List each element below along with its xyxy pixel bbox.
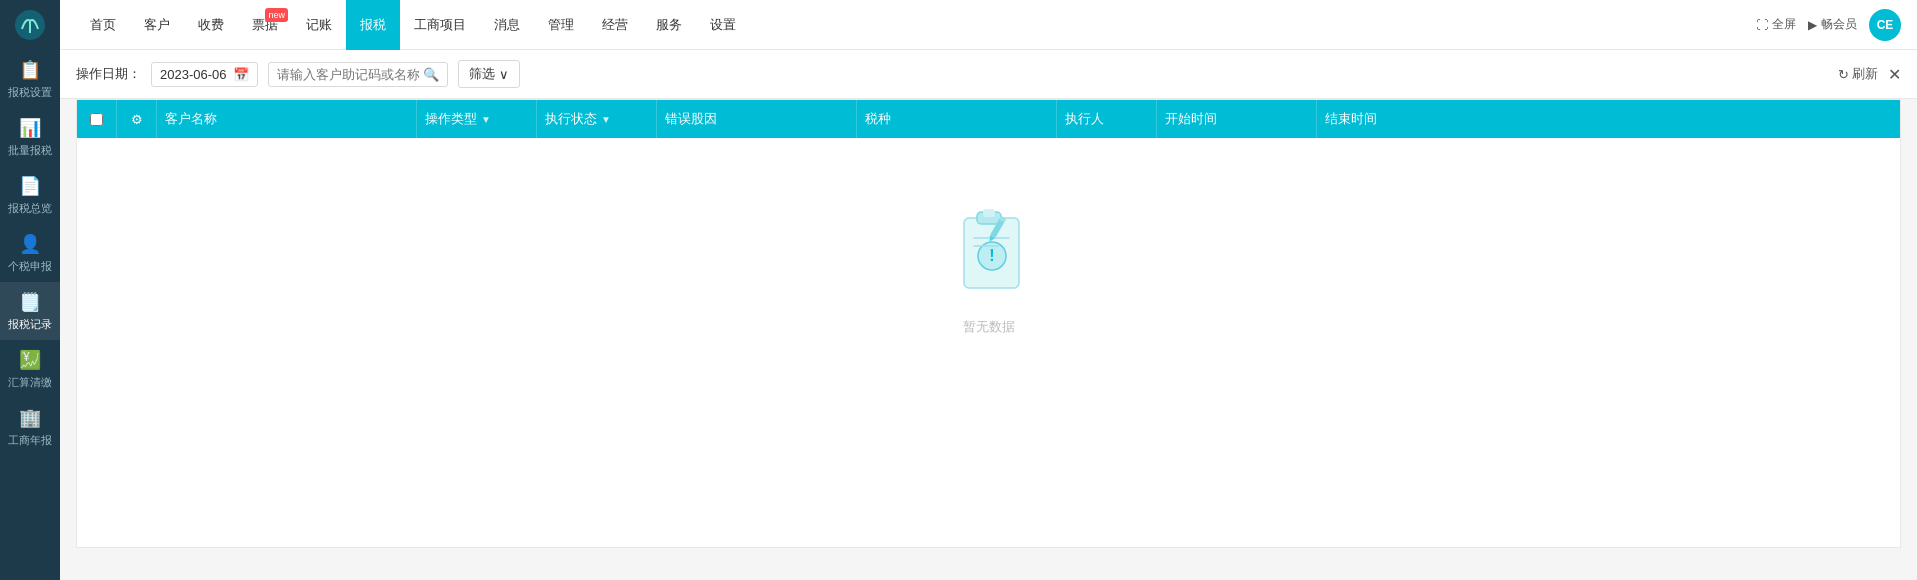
- sidebar: 📋 报税设置 📊 批量报税 📄 报税总览 👤 个税申报 🗒️ 报税记录 💹 汇算…: [0, 0, 60, 580]
- topnav: 首页客户收费票据new记账报税工商项目消息管理经营服务设置 ⛶ 全屏 ▶ 畅会员…: [60, 0, 1917, 50]
- fullscreen-label: 全屏: [1772, 16, 1796, 33]
- sidebar-item-label: 个税申报: [8, 259, 52, 274]
- refresh-label: 刷新: [1852, 65, 1878, 83]
- settings-icon: ⚙: [131, 112, 143, 127]
- search-input[interactable]: [277, 67, 419, 82]
- close-button[interactable]: ✕: [1888, 65, 1901, 84]
- search-icon: 🔍: [423, 67, 439, 82]
- sidebar-item-label: 工商年报: [8, 433, 52, 448]
- th-settings[interactable]: ⚙: [117, 100, 157, 138]
- th-end-time: 结束时间: [1317, 100, 1437, 138]
- th-executor: 执行人: [1057, 100, 1157, 138]
- empty-illustration: !: [939, 198, 1039, 308]
- sidebar-item-label: 批量报税: [8, 143, 52, 158]
- toolbar-right: ↻ 刷新 ✕: [1838, 65, 1901, 84]
- sidebar-item-tax-records[interactable]: 🗒️ 报税记录: [0, 282, 60, 340]
- topnav-item-home[interactable]: 首页: [76, 0, 130, 50]
- date-input[interactable]: 2023-06-06 📅: [151, 62, 258, 87]
- sidebar-item-tax-settings[interactable]: 📋 报税设置: [0, 50, 60, 108]
- topnav-item-business[interactable]: 工商项目: [400, 0, 480, 50]
- topnav-item-settings[interactable]: 设置: [696, 0, 750, 50]
- fullscreen-icon: ⛶: [1756, 18, 1768, 32]
- sort-icon: ▼: [601, 114, 611, 125]
- sort-icon: ▼: [481, 114, 491, 125]
- tax-overview-icon: 📄: [18, 174, 42, 198]
- date-value: 2023-06-06: [160, 67, 227, 82]
- reconciliation-icon: 💹: [18, 348, 42, 372]
- select-all-checkbox[interactable]: [90, 113, 103, 126]
- main-wrapper: 首页客户收费票据new记账报税工商项目消息管理经营服务设置 ⛶ 全屏 ▶ 畅会员…: [60, 0, 1917, 580]
- annual-report-icon: 🏢: [18, 406, 42, 430]
- personal-tax-icon: 👤: [18, 232, 42, 256]
- th-operation-type[interactable]: 操作类型 ▼: [417, 100, 537, 138]
- date-label: 操作日期：: [76, 65, 141, 83]
- content: 操作日期： 2023-06-06 📅 🔍 筛选 ∨ ↻ 刷新 ✕: [60, 50, 1917, 580]
- close-icon: ✕: [1888, 65, 1901, 84]
- vip-button[interactable]: ▶ 畅会员: [1808, 16, 1857, 33]
- search-box[interactable]: 🔍: [268, 62, 448, 87]
- th-start-time: 开始时间: [1157, 100, 1317, 138]
- refresh-button[interactable]: ↻ 刷新: [1838, 65, 1878, 83]
- topnav-item-customer[interactable]: 客户: [130, 0, 184, 50]
- chevron-down-icon: ∨: [499, 67, 509, 82]
- sidebar-item-label: 汇算清缴: [8, 375, 52, 390]
- sidebar-item-label: 报税总览: [8, 201, 52, 216]
- avatar[interactable]: CE: [1869, 9, 1901, 41]
- topnav-item-messages[interactable]: 消息: [480, 0, 534, 50]
- tax-records-icon: 🗒️: [18, 290, 42, 314]
- th-exec-status[interactable]: 执行状态 ▼: [537, 100, 657, 138]
- th-error-reason: 错误股因: [657, 100, 857, 138]
- sidebar-logo: [0, 0, 60, 50]
- sidebar-item-batch-tax[interactable]: 📊 批量报税: [0, 108, 60, 166]
- batch-tax-icon: 📊: [18, 116, 42, 140]
- th-checkbox[interactable]: [77, 100, 117, 138]
- sidebar-item-tax-overview[interactable]: 📄 报税总览: [0, 166, 60, 224]
- filter-label: 筛选: [469, 65, 495, 83]
- th-customer-name: 客户名称: [157, 100, 417, 138]
- fullscreen-button[interactable]: ⛶ 全屏: [1756, 16, 1796, 33]
- tax-settings-icon: 📋: [18, 58, 42, 82]
- empty-text: 暂无数据: [963, 318, 1015, 336]
- topnav-item-accounting[interactable]: 记账: [292, 0, 346, 50]
- sidebar-item-personal-tax[interactable]: 👤 个税申报: [0, 224, 60, 282]
- sidebar-item-reconciliation[interactable]: 💹 汇算清缴: [0, 340, 60, 398]
- topnav-right: ⛶ 全屏 ▶ 畅会员 CE: [1756, 9, 1901, 41]
- th-tax-type: 税种: [857, 100, 1057, 138]
- video-icon: ▶: [1808, 18, 1817, 32]
- topnav-item-invoice[interactable]: 票据new: [238, 0, 292, 50]
- empty-state: ! 暂无数据: [77, 138, 1900, 396]
- toolbar: 操作日期： 2023-06-06 📅 🔍 筛选 ∨ ↻ 刷新 ✕: [60, 50, 1917, 99]
- refresh-icon: ↻: [1838, 67, 1849, 82]
- table-header: ⚙ 客户名称 操作类型 ▼ 执行状态 ▼ 错误股因: [77, 100, 1900, 138]
- svg-rect-3: [983, 209, 995, 217]
- badge-new: new: [265, 8, 288, 22]
- topnav-item-services[interactable]: 服务: [642, 0, 696, 50]
- topnav-item-finance[interactable]: 经营: [588, 0, 642, 50]
- sidebar-item-label: 报税记录: [8, 317, 52, 332]
- vip-label: 畅会员: [1821, 16, 1857, 33]
- table-wrapper: ⚙ 客户名称 操作类型 ▼ 执行状态 ▼ 错误股因: [76, 99, 1901, 548]
- calendar-icon: 📅: [233, 67, 249, 82]
- sidebar-item-annual-report[interactable]: 🏢 工商年报: [0, 398, 60, 456]
- svg-text:!: !: [989, 247, 994, 264]
- topnav-item-management[interactable]: 管理: [534, 0, 588, 50]
- topnav-item-tax[interactable]: 报税: [346, 0, 400, 50]
- sidebar-item-label: 报税设置: [8, 85, 52, 100]
- topnav-item-billing[interactable]: 收费: [184, 0, 238, 50]
- filter-button[interactable]: 筛选 ∨: [458, 60, 520, 88]
